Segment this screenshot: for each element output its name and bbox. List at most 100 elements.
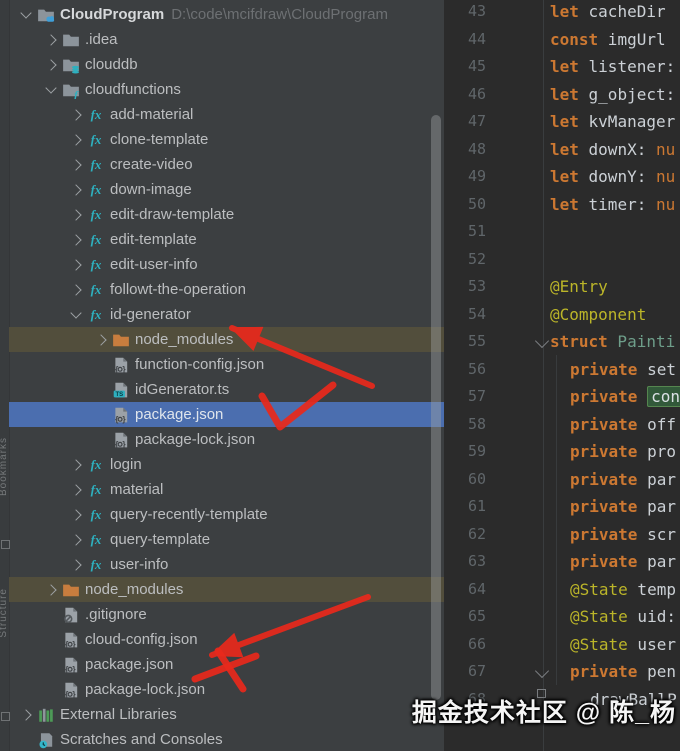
tree-row-material[interactable]: fx material xyxy=(9,477,444,502)
tree-row-cloud-config-json[interactable]: cloud-config.json xyxy=(9,627,444,652)
tree-row-external-libraries[interactable]: External Libraries xyxy=(9,702,444,727)
chevron-right-icon[interactable] xyxy=(65,283,87,296)
line-number: 50 xyxy=(467,194,486,213)
code-line: 46 let g_object: xyxy=(444,81,680,109)
tree-item-label: query-recently-template xyxy=(110,506,268,523)
json-file-icon xyxy=(112,356,130,374)
tree-row-create-video[interactable]: fx create-video xyxy=(9,152,444,177)
chevron-right-icon[interactable] xyxy=(40,33,62,46)
chevron-right-icon[interactable] xyxy=(65,133,87,146)
line-number: 44 xyxy=(467,29,486,48)
tree-item-label: clone-template xyxy=(110,131,209,148)
tree-item-label: .gitignore xyxy=(85,606,147,623)
chevron-right-icon[interactable] xyxy=(65,158,87,171)
line-number: 60 xyxy=(467,469,486,488)
chevron-right-icon[interactable] xyxy=(40,583,62,596)
tree-row-clone-template[interactable]: fx clone-template xyxy=(9,127,444,152)
chevron-right-icon[interactable] xyxy=(40,58,62,71)
tree-item-label: down-image xyxy=(110,181,192,198)
line-number: 58 xyxy=(467,414,486,433)
code-line: 67 private pen xyxy=(444,658,680,686)
tree-row-scratches[interactable]: Scratches and Consoles xyxy=(9,727,444,751)
ide-window: Bookmarks Structure CloudProgram D:\code… xyxy=(0,0,680,751)
code-line: 43 let cacheDir xyxy=(444,0,680,26)
code-editor[interactable]: 43 let cacheDir 44 const imgUrl 45 let list… xyxy=(444,0,680,751)
watermark: 掘金技术社区 @ 陈_杨 xyxy=(411,699,676,727)
function-icon: fx xyxy=(90,481,102,497)
tree-item-label: create-video xyxy=(110,156,193,173)
tree-item-label: material xyxy=(110,481,164,498)
tree-row-node-modules-idgen[interactable]: node_modules xyxy=(9,327,444,352)
bookmarks-tool-button[interactable]: Bookmarks xyxy=(0,437,9,496)
chevron-down-icon[interactable] xyxy=(65,307,87,319)
tree-item-label: login xyxy=(110,456,142,473)
tree-item-label: edit-draw-template xyxy=(110,206,235,223)
function-icon: fx xyxy=(90,256,102,272)
code-line: 64 @State temp xyxy=(444,576,680,604)
code-line: 49 let downY: nu xyxy=(444,163,680,191)
tree-row-edit-template[interactable]: fx edit-template xyxy=(9,227,444,252)
tree-row-down-image[interactable]: fx down-image xyxy=(9,177,444,202)
chevron-right-icon[interactable] xyxy=(90,333,112,346)
chevron-right-icon[interactable] xyxy=(15,708,37,721)
search-match-highlight: con xyxy=(647,386,680,407)
function-icon: fx xyxy=(90,131,102,147)
typescript-file-icon xyxy=(112,381,130,399)
tree-row-query-template[interactable]: fx query-template xyxy=(9,527,444,552)
chevron-right-icon[interactable] xyxy=(65,458,87,471)
tree-row-edit-draw-template[interactable]: fx edit-draw-template xyxy=(9,202,444,227)
tree-row-package-lock-json[interactable]: package-lock.json xyxy=(9,427,444,452)
chevron-right-icon[interactable] xyxy=(65,533,87,546)
tree-row-function-config-json[interactable]: function-config.json xyxy=(9,352,444,377)
chevron-right-icon[interactable] xyxy=(65,183,87,196)
function-icon: fx xyxy=(90,506,102,522)
tree-row-package-lock-json-root[interactable]: package-lock.json xyxy=(9,677,444,702)
tree-row-cloudprogram[interactable]: CloudProgram D:\code\mcifdraw\CloudProgr… xyxy=(9,2,444,27)
code-line: 58 private off xyxy=(444,411,680,439)
tree-row-package-json-root[interactable]: package.json xyxy=(9,652,444,677)
tree-row-add-material[interactable]: fx add-material xyxy=(9,102,444,127)
tree-scrollbar[interactable] xyxy=(431,115,441,700)
function-icon: fx xyxy=(90,106,102,122)
tree-row-clouddb[interactable]: clouddb xyxy=(9,52,444,77)
tree-row-package-json-selected[interactable]: package.json xyxy=(9,402,444,427)
tree-item-label: clouddb xyxy=(85,56,138,73)
tree-item-label: .idea xyxy=(85,31,118,48)
tree-row-edit-user-info[interactable]: fx edit-user-info xyxy=(9,252,444,277)
function-icon: fx xyxy=(90,231,102,247)
line-number: 46 xyxy=(467,84,486,103)
tree-row-id-generator[interactable]: fx id-generator xyxy=(9,302,444,327)
tree-row-idgenerator-ts[interactable]: idGenerator.ts xyxy=(9,377,444,402)
chevron-right-icon[interactable] xyxy=(65,108,87,121)
tree-row-gitignore[interactable]: .gitignore xyxy=(9,602,444,627)
code-line: 63 private par xyxy=(444,548,680,576)
chevron-down-icon[interactable] xyxy=(40,82,62,94)
ignore-file-icon xyxy=(62,606,80,624)
tree-row-idea[interactable]: .idea xyxy=(9,27,444,52)
tree-row-node-modules-root[interactable]: node_modules xyxy=(9,577,444,602)
tree-row-login[interactable]: fx login xyxy=(9,452,444,477)
tree-row-followt-the-operation[interactable]: fx followt-the-operation xyxy=(9,277,444,302)
chevron-right-icon[interactable] xyxy=(65,508,87,521)
tree-item-label: cloudfunctions xyxy=(85,81,181,98)
function-icon: fx xyxy=(90,456,102,472)
structure-tool-button[interactable]: Structure xyxy=(0,588,9,638)
line-number: 53 xyxy=(467,277,486,295)
folder-function-icon xyxy=(62,81,80,99)
chevron-right-icon[interactable] xyxy=(65,258,87,271)
chevron-right-icon[interactable] xyxy=(65,208,87,221)
tree-item-label: edit-user-info xyxy=(110,256,198,273)
tree-row-user-info[interactable]: fx user-info xyxy=(9,552,444,577)
tree-row-cloudfunctions[interactable]: cloudfunctions xyxy=(9,77,444,102)
folder-cloud-icon xyxy=(37,6,55,24)
chevron-down-icon[interactable] xyxy=(15,7,37,19)
chevron-right-icon[interactable] xyxy=(65,483,87,496)
chevron-right-icon[interactable] xyxy=(65,558,87,571)
function-icon: fx xyxy=(90,156,102,172)
line-number: 63 xyxy=(467,552,486,570)
line-number: 59 xyxy=(467,442,486,460)
chevron-right-icon[interactable] xyxy=(65,233,87,246)
json-file-icon xyxy=(112,431,130,449)
code-line: 57 private con xyxy=(444,383,680,411)
tree-row-query-recently-template[interactable]: fx query-recently-template xyxy=(9,502,444,527)
